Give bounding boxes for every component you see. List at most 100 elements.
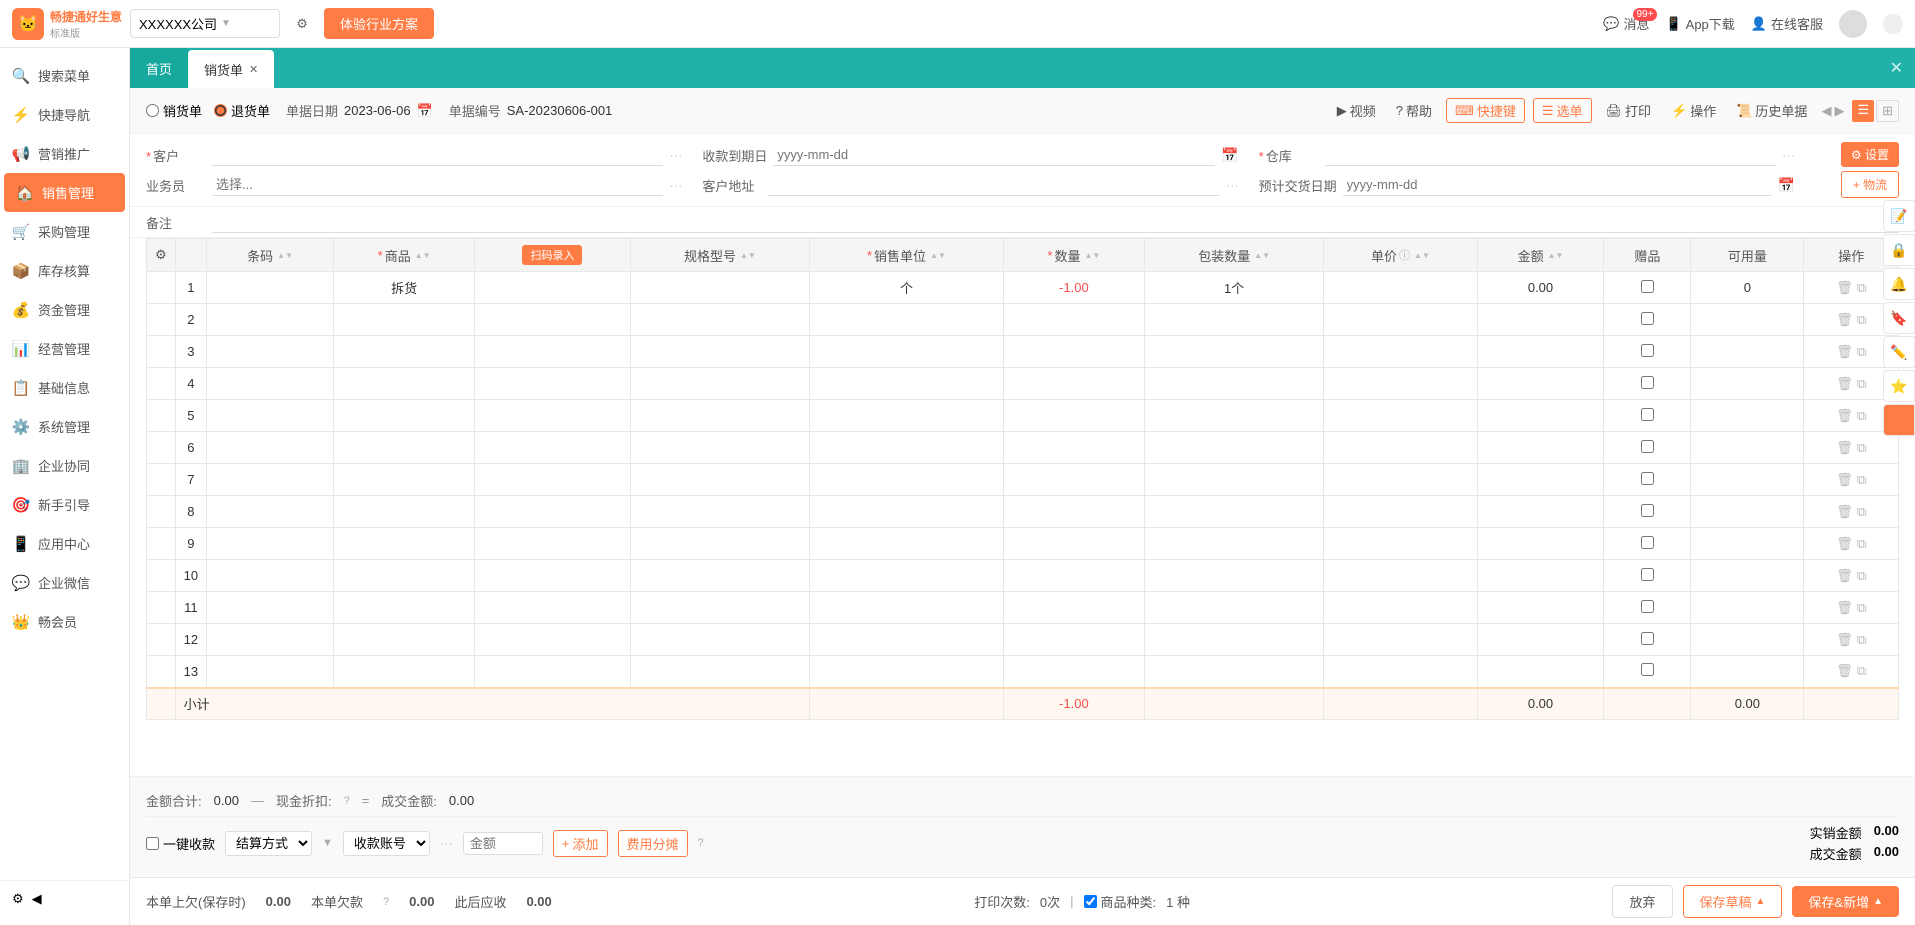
delete-icon[interactable]: 🗑 bbox=[1836, 536, 1853, 552]
amount-input[interactable] bbox=[463, 832, 543, 855]
expected-date-input[interactable] bbox=[1343, 174, 1772, 196]
tab-home[interactable]: 首页 bbox=[130, 48, 188, 88]
sidebar-item-apps[interactable]: 📱 应用中心 bbox=[0, 524, 129, 563]
history-button[interactable]: 📜 历史单据 bbox=[1730, 99, 1813, 122]
copy-icon[interactable]: ⧉ bbox=[1857, 504, 1866, 520]
add-payment-button[interactable]: + 添加 bbox=[553, 830, 608, 857]
right-panel-btn-bell[interactable]: 🔔 bbox=[1883, 268, 1915, 300]
sidebar-item-members[interactable]: 👑 畅会员 bbox=[0, 602, 129, 641]
sidebar-item-purchase[interactable]: 🛒 采购管理 bbox=[0, 212, 129, 251]
delete-icon[interactable]: 🗑 bbox=[1836, 408, 1853, 424]
radio-sales[interactable]: 销货单 bbox=[146, 101, 202, 120]
expected-date-picker-icon[interactable]: 📅 bbox=[1778, 177, 1795, 194]
customer-picker-icon[interactable]: ··· bbox=[669, 148, 682, 163]
one-click-payment-checkbox[interactable]: 一键收款 bbox=[146, 834, 215, 853]
collapse-icon[interactable]: ◀ bbox=[32, 891, 42, 907]
scan-button[interactable]: 扫码录入 bbox=[522, 245, 582, 265]
message-button[interactable]: 💬 消息 99+ bbox=[1603, 14, 1649, 33]
sidebar-item-quick-nav[interactable]: ⚡ 快捷导航 bbox=[0, 95, 129, 134]
copy-icon[interactable]: ⧉ bbox=[1857, 472, 1866, 488]
list-view-icon[interactable]: ☰ bbox=[1852, 100, 1874, 122]
gift-checkbox[interactable] bbox=[1641, 536, 1654, 549]
gift-checkbox[interactable] bbox=[1641, 280, 1654, 293]
right-panel-btn-notes[interactable]: 📝 bbox=[1883, 200, 1915, 232]
copy-icon[interactable]: ⧉ bbox=[1857, 632, 1866, 648]
sidebar-item-finance[interactable]: 💰 资金管理 bbox=[0, 290, 129, 329]
abandon-button[interactable]: 放弃 bbox=[1612, 885, 1672, 918]
account-select[interactable]: 收款账号 bbox=[343, 831, 430, 856]
sidebar-item-operations[interactable]: 📊 经营管理 bbox=[0, 329, 129, 368]
due-date-input[interactable] bbox=[773, 144, 1215, 166]
save-draft-button[interactable]: 保存草稿 ▲ bbox=[1683, 885, 1783, 918]
shortcut-button[interactable]: ⌨ 快捷键 bbox=[1446, 98, 1525, 123]
trial-button[interactable]: 体验行业方案 bbox=[324, 8, 434, 39]
calculation-method-select[interactable]: 结算方式 bbox=[225, 831, 312, 856]
video-button[interactable]: ▶ 视频 bbox=[1331, 99, 1382, 122]
salesperson-picker-icon[interactable]: ··· bbox=[669, 178, 682, 193]
gift-checkbox[interactable] bbox=[1641, 663, 1654, 676]
copy-icon[interactable]: ⧉ bbox=[1857, 663, 1866, 679]
copy-icon[interactable]: ⧉ bbox=[1857, 568, 1866, 584]
salesperson-input[interactable] bbox=[212, 174, 663, 196]
grid-view-icon[interactable]: ⊞ bbox=[1876, 100, 1899, 122]
delete-icon[interactable]: 🗑 bbox=[1836, 440, 1853, 456]
gift-checkbox[interactable] bbox=[1641, 472, 1654, 485]
select-order-button[interactable]: ☰ 选单 bbox=[1533, 98, 1592, 123]
address-picker-icon[interactable]: ··· bbox=[1226, 178, 1239, 193]
sidebar-item-wechat[interactable]: 💬 企业微信 bbox=[0, 563, 129, 602]
copy-icon[interactable]: ⧉ bbox=[1857, 312, 1866, 328]
gift-checkbox[interactable] bbox=[1641, 312, 1654, 325]
logistics-button[interactable]: + 物流 bbox=[1841, 171, 1899, 198]
settings-gear-icon[interactable]: ⚙ bbox=[288, 10, 316, 38]
info-icon[interactable]: ⓘ bbox=[1399, 247, 1410, 263]
delete-icon[interactable]: 🗑 bbox=[1836, 472, 1853, 488]
online-service-button[interactable]: 👤 在线客服 bbox=[1751, 14, 1823, 33]
close-main-icon[interactable]: ✕ bbox=[1878, 58, 1915, 78]
sidebar-item-guide[interactable]: 🎯 新手引导 bbox=[0, 485, 129, 524]
col-settings-header[interactable]: ⚙ bbox=[147, 239, 176, 272]
operations-button[interactable]: ⚡ 操作 bbox=[1665, 99, 1722, 122]
delete-icon[interactable]: 🗑 bbox=[1836, 600, 1853, 616]
customer-address-input[interactable] bbox=[768, 174, 1219, 196]
copy-icon[interactable]: ⧉ bbox=[1857, 280, 1866, 296]
sidebar-item-enterprise[interactable]: 🏢 企业协同 bbox=[0, 446, 129, 485]
copy-icon[interactable]: ⧉ bbox=[1857, 344, 1866, 360]
copy-icon[interactable]: ⧉ bbox=[1857, 440, 1866, 456]
settings-icon-bottom[interactable]: ⚙ bbox=[12, 891, 24, 907]
account-picker-icon[interactable]: ··· bbox=[440, 836, 453, 851]
avatar-extra[interactable] bbox=[1883, 14, 1903, 34]
sidebar-item-sales[interactable]: 🏠 销售管理 bbox=[4, 173, 125, 212]
cost-allocation-button[interactable]: 费用分摊 bbox=[618, 830, 688, 857]
right-panel-btn-star[interactable]: ⭐ bbox=[1883, 370, 1915, 402]
delete-icon[interactable]: 🗑 bbox=[1836, 280, 1853, 296]
next-icon[interactable]: ▶ bbox=[1834, 103, 1844, 119]
sidebar-item-inventory[interactable]: 📦 库存核算 bbox=[0, 251, 129, 290]
warehouse-picker-icon[interactable]: ··· bbox=[1782, 148, 1795, 163]
tab-sales-order[interactable]: 销货单 ✕ bbox=[188, 50, 274, 88]
right-panel-btn-orange[interactable] bbox=[1883, 404, 1915, 436]
gift-checkbox[interactable] bbox=[1641, 344, 1654, 357]
gift-checkbox[interactable] bbox=[1641, 440, 1654, 453]
settings-button[interactable]: ⚙ 设置 bbox=[1841, 142, 1899, 167]
sidebar-item-system[interactable]: ⚙️ 系统管理 bbox=[0, 407, 129, 446]
company-selector[interactable]: XXXXXX公司 ▼ bbox=[130, 9, 280, 38]
print-button[interactable]: 🖨 打印 bbox=[1600, 99, 1658, 122]
customer-input[interactable] bbox=[212, 144, 663, 166]
right-panel-btn-bookmark[interactable]: 🔖 bbox=[1883, 302, 1915, 334]
sidebar-item-search[interactable]: 🔍 搜索菜单 bbox=[0, 56, 129, 95]
avatar[interactable] bbox=[1839, 10, 1867, 38]
delete-icon[interactable]: 🗑 bbox=[1836, 568, 1853, 584]
copy-icon[interactable]: ⧉ bbox=[1857, 376, 1866, 392]
delete-icon[interactable]: 🗑 bbox=[1836, 504, 1853, 520]
gift-checkbox[interactable] bbox=[1641, 632, 1654, 645]
sidebar-item-marketing[interactable]: 📢 营销推广 bbox=[0, 134, 129, 173]
delete-icon[interactable]: 🗑 bbox=[1836, 632, 1853, 648]
help-button[interactable]: ? 帮助 bbox=[1390, 99, 1438, 122]
gift-checkbox[interactable] bbox=[1641, 376, 1654, 389]
date-picker-icon[interactable]: 📅 bbox=[1221, 147, 1238, 164]
gift-checkbox[interactable] bbox=[1641, 600, 1654, 613]
gift-checkbox[interactable] bbox=[1641, 408, 1654, 421]
sidebar-item-base[interactable]: 📋 基础信息 bbox=[0, 368, 129, 407]
calendar-icon[interactable]: 📅 bbox=[417, 103, 433, 119]
notes-input[interactable] bbox=[212, 211, 1899, 233]
